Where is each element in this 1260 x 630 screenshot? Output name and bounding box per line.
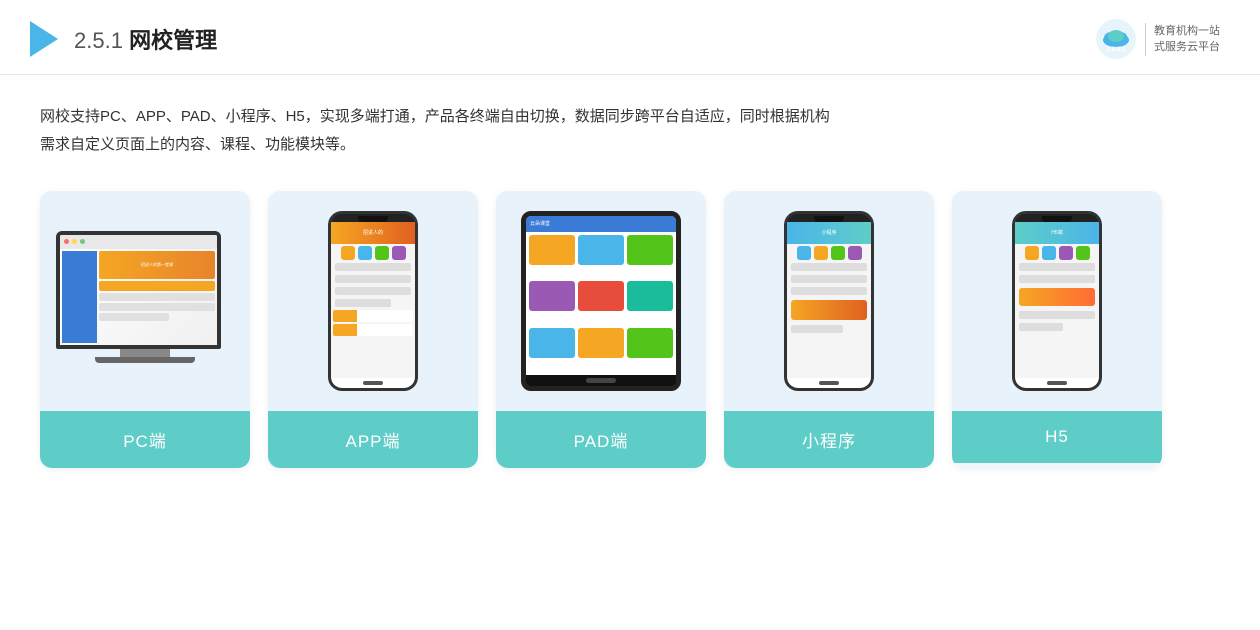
- desc-line2: 需求自定义页面上的内容、课程、功能模块等。: [40, 136, 355, 153]
- mini-row1: [791, 263, 867, 271]
- logo-tagline1: 教育机构一站: [1154, 23, 1220, 40]
- section-number: 2.5.1: [74, 28, 123, 53]
- brand-logo: 云朵课堂 教育机构一站 式服务云平台: [1095, 18, 1220, 60]
- card-miniprogram: 小程序: [724, 191, 934, 468]
- card-app-image: 招进人的: [268, 191, 478, 411]
- phone-row1: [335, 263, 411, 271]
- tablet-top-bar: 云朵课堂: [526, 216, 676, 232]
- app-icon3: [375, 246, 389, 260]
- description-text: 网校支持PC、APP、PAD、小程序、H5，实现多端打通，产品各终端自由切换，数…: [40, 103, 1220, 159]
- app-icon4: [392, 246, 406, 260]
- card-pad-image: 云朵课堂: [496, 191, 706, 411]
- tablet-card6: [627, 281, 673, 311]
- header-right: 云朵课堂 教育机构一站 式服务云平台: [1095, 18, 1220, 60]
- card-miniprogram-image: 小程序: [724, 191, 934, 411]
- h5-row3: [1019, 311, 1095, 319]
- header: 2.5.1 网校管理 云朵课堂 教育机构一站 式服务云平台: [0, 0, 1260, 75]
- card-miniprogram-label: 小程序: [724, 411, 934, 468]
- card-pc-image: 招进人的第一堂课: [40, 191, 250, 411]
- cloud-logo-icon: 云朵课堂: [1095, 18, 1137, 60]
- logo-tagline2: 式服务云平台: [1154, 39, 1220, 56]
- svg-text:云朵课堂: 云朵课堂: [1106, 46, 1126, 53]
- phone-row3: [335, 287, 411, 295]
- app-phone-mockup: 招进人的: [328, 211, 418, 391]
- h5-icon4: [1076, 246, 1090, 260]
- page-title: 2.5.1 网校管理: [74, 23, 217, 55]
- platform-cards: 招进人的第一堂课: [40, 191, 1220, 468]
- tablet-card7: [529, 328, 575, 358]
- mini-icon3: [831, 246, 845, 260]
- card-pc-label: PC端: [40, 411, 250, 468]
- card-pc: 招进人的第一堂课: [40, 191, 250, 468]
- h5-icon2: [1042, 246, 1056, 260]
- tablet-card1: [529, 235, 575, 265]
- mini-row3: [791, 287, 867, 295]
- tablet-card3: [627, 235, 673, 265]
- mini-row2: [791, 275, 867, 283]
- course-item2: [333, 324, 413, 336]
- tablet-card9: [627, 328, 673, 358]
- tablet-card5: [578, 281, 624, 311]
- h5-row1: [1019, 263, 1095, 271]
- phone-row2: [335, 275, 411, 283]
- h5-icon1: [1025, 246, 1039, 260]
- main-content: 网校支持PC、APP、PAD、小程序、H5，实现多端打通，产品各终端自由切换，数…: [0, 75, 1260, 468]
- tablet-card4: [529, 281, 575, 311]
- mini-row4: [791, 325, 843, 333]
- card-app: 招进人的: [268, 191, 478, 468]
- card-app-label: APP端: [268, 411, 478, 468]
- phone-home3: [1047, 381, 1067, 385]
- logo-text: 教育机构一站 式服务云平台: [1145, 23, 1220, 56]
- h5-row4: [1019, 323, 1063, 331]
- tablet-home-bar: [586, 378, 616, 383]
- pc-mockup: 招进人的第一堂课: [56, 231, 234, 371]
- miniprogram-phone-mockup: 小程序: [784, 211, 874, 391]
- logo-triangle-icon: [30, 21, 58, 57]
- header-left: 2.5.1 网校管理: [30, 21, 217, 57]
- card-h5-image: H5端: [952, 191, 1162, 411]
- card-h5: H5端: [952, 191, 1162, 468]
- tablet-mockup: 云朵课堂: [521, 211, 681, 391]
- tablet-body: [526, 232, 676, 375]
- phone-banner-text: 招进人的: [363, 229, 383, 236]
- mini-banner: [791, 300, 867, 320]
- section-name: 网校管理: [129, 28, 217, 53]
- phone-screen2: 小程序: [787, 222, 871, 388]
- app-icon2: [358, 246, 372, 260]
- tablet-card8: [578, 328, 624, 358]
- h5-banner: [1019, 288, 1095, 306]
- phone-screen: 招进人的: [331, 222, 415, 388]
- mini-icon4: [848, 246, 862, 260]
- desc-line1: 网校支持PC、APP、PAD、小程序、H5，实现多端打通，产品各终端自由切换，数…: [40, 108, 830, 125]
- miniprogram-title: 小程序: [821, 229, 836, 236]
- course-item1: [333, 310, 413, 322]
- page: 2.5.1 网校管理 云朵课堂 教育机构一站 式服务云平台: [0, 0, 1260, 630]
- pc-screen: 招进人的第一堂课: [56, 231, 221, 349]
- h5-phone-mockup: H5端: [1012, 211, 1102, 391]
- phone-home-indicator: [363, 381, 383, 385]
- card-pad: 云朵课堂: [496, 191, 706, 468]
- tablet-screen: 云朵课堂: [526, 216, 676, 375]
- mini-icon2: [814, 246, 828, 260]
- card-h5-label: H5: [952, 411, 1162, 463]
- h5-icon3: [1059, 246, 1073, 260]
- phone-home2: [819, 381, 839, 385]
- tablet-card2: [578, 235, 624, 265]
- h5-row2: [1019, 275, 1095, 283]
- phone-screen3: H5端: [1015, 222, 1099, 388]
- card-pad-label: PAD端: [496, 411, 706, 468]
- phone-row4: [335, 299, 391, 307]
- app-icon1: [341, 246, 355, 260]
- mini-icon1: [797, 246, 811, 260]
- h5-title: H5端: [1051, 229, 1062, 236]
